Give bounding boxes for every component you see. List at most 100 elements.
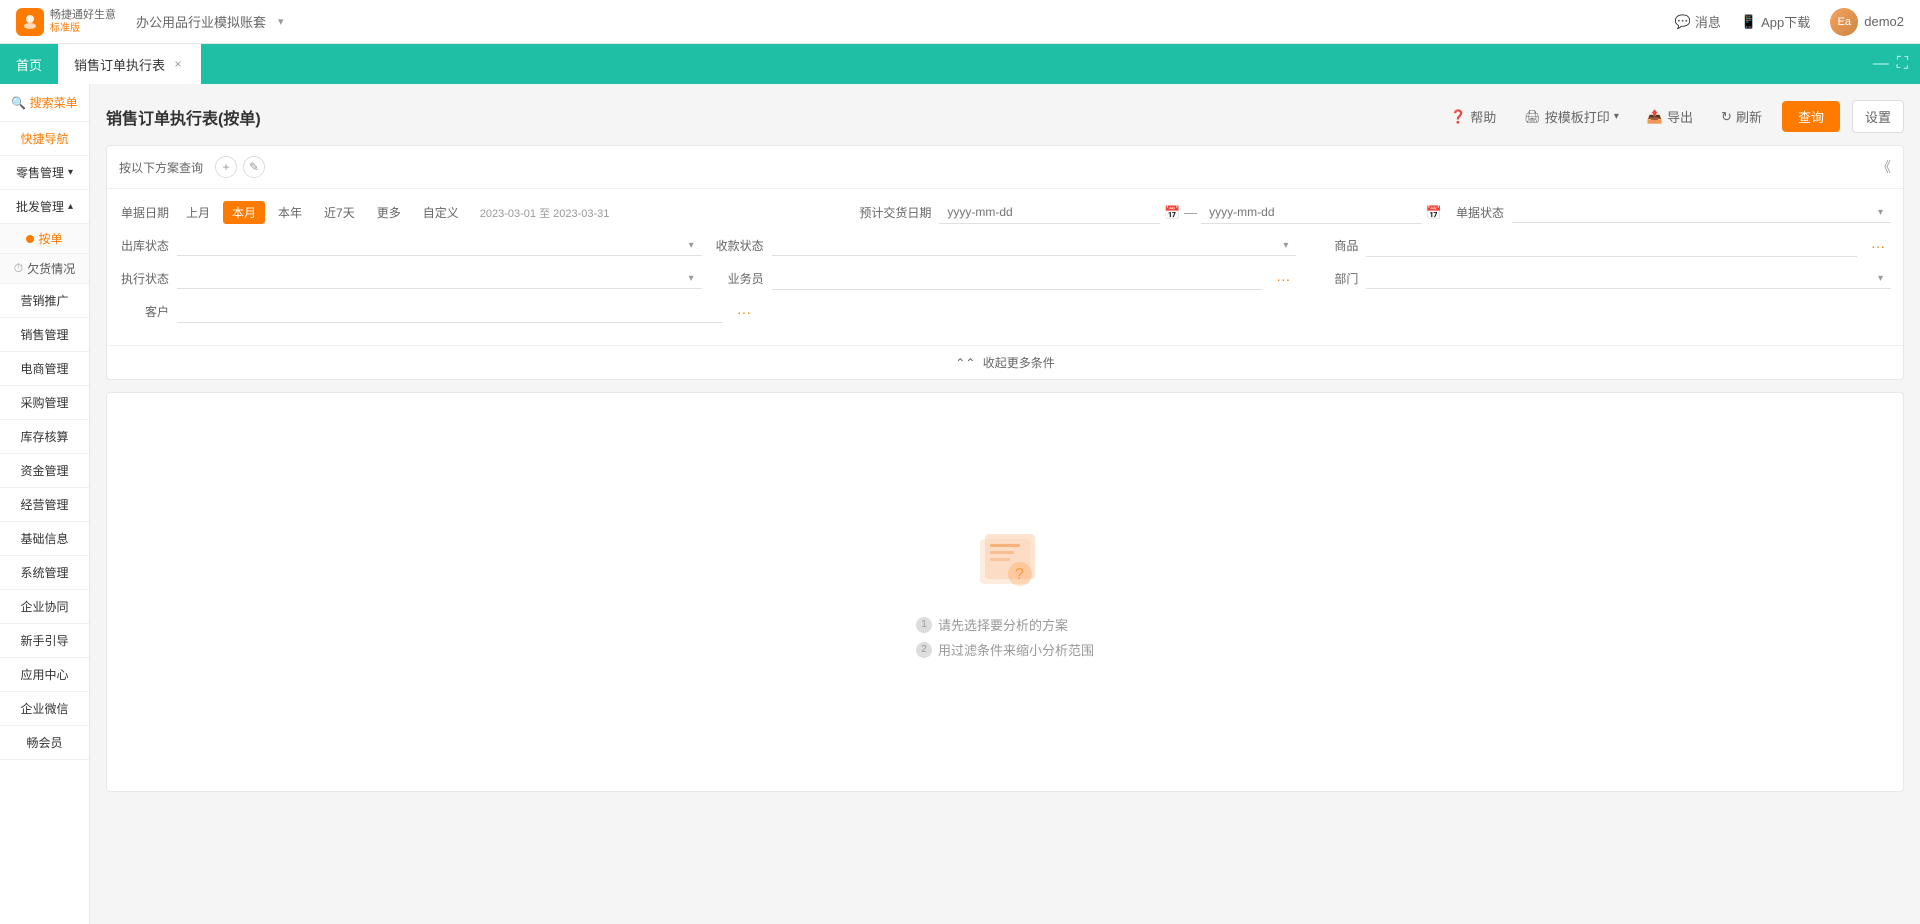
sidebar-item-newuser[interactable]: 新手引导 (0, 624, 89, 658)
sidebar-sub-shortage[interactable]: ⏱ 欠货情况 (0, 254, 89, 284)
sidebar-item-appcenter[interactable]: 应用中心 (0, 658, 89, 692)
filter-row-4: 客户 ··· (119, 300, 1891, 323)
date-tab-this-month[interactable]: 本月 (223, 201, 265, 224)
dept-arrow: ▾ (1878, 273, 1883, 284)
tip-num-1: 1 (916, 617, 932, 633)
tab-home[interactable]: 首页 (0, 44, 58, 84)
collapse-icon: ⌃⌃ (955, 356, 975, 370)
date-tab-more[interactable]: 更多 (368, 201, 410, 224)
tip-item-1: 1 请先选择要分析的方案 (916, 615, 1094, 634)
tab-bar: 首页 销售订单执行表 × — ⛶ (0, 44, 1920, 84)
sidebar-search[interactable]: 🔍 搜索菜单 (0, 84, 89, 122)
tab-fullscreen-icon[interactable]: ⛶ (1897, 55, 1908, 73)
dept-select[interactable]: ▾ (1366, 269, 1891, 289)
filter-field-date: 单据日期 上月 本月 本年 近7天 更多 自定义 2023-03-01 至 20… (119, 201, 847, 224)
exec-select[interactable]: ▾ (177, 269, 702, 289)
filter-field-expected-date: 预计交货日期 📅 — 📅 (859, 201, 1442, 224)
settings-button[interactable]: 设置 (1852, 100, 1904, 133)
tab-close-button[interactable]: × (171, 57, 185, 71)
date-tab-custom[interactable]: 自定义 (414, 201, 468, 224)
sidebar-item-wechat[interactable]: 企业微信 (0, 692, 89, 726)
sidebar-item-member[interactable]: 畅会员 (0, 726, 89, 760)
page-header: 销售订单执行表(按单) ❓ 帮助 🖨 按模板打印 ▾ 📤 导出 ↻ 刷新 (106, 100, 1904, 133)
filter-collapse-btn[interactable]: 《 (1877, 157, 1891, 177)
sidebar-item-wholesale[interactable]: 批发管理 ▴ (0, 190, 89, 224)
sidebar-item-marketing[interactable]: 营销推广 (0, 284, 89, 318)
print-button[interactable]: 🖨 按模板打印 ▾ (1516, 103, 1627, 130)
filter-edit-btn[interactable]: ✎ (243, 156, 265, 178)
expected-date-label: 预计交货日期 (859, 204, 931, 221)
tip-item-2: 2 用过滤条件来缩小分析范围 (916, 640, 1094, 659)
filter-row-1: 单据日期 上月 本月 本年 近7天 更多 自定义 2023-03-01 至 20… (119, 201, 1891, 224)
expected-date-to[interactable] (1201, 201, 1422, 224)
tab-minimize-icon[interactable]: — (1873, 55, 1889, 73)
filter-field-customer: 客户 ··· (119, 300, 757, 323)
app-download-button[interactable]: 📱 App下载 (1741, 12, 1810, 31)
shipment-select[interactable]: ▾ (177, 236, 702, 256)
date-tab-7days[interactable]: 近7天 (315, 201, 364, 224)
doc-status-select[interactable]: ▾ (1512, 203, 1891, 223)
header-dropdown-arrow[interactable]: ▾ (278, 15, 284, 28)
date-tab-last-month[interactable]: 上月 (177, 201, 219, 224)
salesman-input[interactable] (772, 267, 1263, 290)
message-button[interactable]: 💬 消息 (1675, 12, 1721, 31)
active-indicator (26, 235, 34, 243)
filter-field-payment: 收款状态 ▾ (714, 236, 1297, 256)
sidebar-item-enterprise[interactable]: 企业协同 (0, 590, 89, 624)
sidebar-item-inventory[interactable]: 库存核算 (0, 420, 89, 454)
product-more-btn[interactable]: ··· (1865, 236, 1891, 256)
customer-more-btn[interactable]: ··· (731, 302, 757, 322)
sidebar-item-ecommerce[interactable]: 电商管理 (0, 352, 89, 386)
tab-sales-order[interactable]: 销售订单执行表 × (58, 44, 201, 84)
sidebar-item-operation[interactable]: 经营管理 (0, 488, 89, 522)
filter-field-dept: 部门 ▾ (1308, 269, 1891, 289)
app-icon: 📱 (1741, 14, 1757, 30)
date-tab-this-year[interactable]: 本年 (269, 201, 311, 224)
filter-body: 单据日期 上月 本月 本年 近7天 更多 自定义 2023-03-01 至 20… (107, 189, 1903, 345)
sidebar-item-purchase[interactable]: 采购管理 (0, 386, 89, 420)
sidebar-sub-by-order[interactable]: 按单 (0, 224, 89, 254)
empty-tips: 1 请先选择要分析的方案 2 用过滤条件来缩小分析范围 (916, 615, 1094, 665)
avatar: Ea (1830, 8, 1858, 36)
salesman-more-btn[interactable]: ··· (1270, 269, 1296, 289)
sidebar-item-basic[interactable]: 基础信息 (0, 522, 89, 556)
header-subtitle: 办公用品行业模拟账套 (136, 12, 266, 31)
payment-select[interactable]: ▾ (772, 236, 1297, 256)
user-menu[interactable]: Ea demo2 (1830, 8, 1904, 36)
calendar-icon-1[interactable]: 📅 (1164, 205, 1180, 221)
main-layout: 🔍 搜索菜单 快捷导航 零售管理 ▾ 批发管理 ▴ 按单 ⏱ 欠货情况 营销推广… (0, 84, 1920, 924)
logo-area: 畅捷通好生意 标准版 (16, 8, 116, 36)
search-icon: 🔍 (11, 96, 26, 110)
refresh-button[interactable]: ↻ 刷新 (1713, 103, 1770, 130)
customer-input[interactable] (177, 300, 723, 323)
print-dropdown-arrow[interactable]: ▾ (1614, 111, 1619, 122)
product-input[interactable] (1366, 234, 1857, 257)
sidebar-item-system[interactable]: 系统管理 (0, 556, 89, 590)
sidebar-item-retail[interactable]: 零售管理 ▾ (0, 156, 89, 190)
calendar-icon-2[interactable]: 📅 (1426, 205, 1442, 221)
sidebar-nav[interactable]: 快捷导航 (0, 122, 89, 156)
sidebar-item-finance[interactable]: 资金管理 (0, 454, 89, 488)
chevron-up-icon: ▴ (68, 201, 73, 212)
doc-status-label: 单据状态 (1454, 204, 1504, 221)
sidebar: 🔍 搜索菜单 快捷导航 零售管理 ▾ 批发管理 ▴ 按单 ⏱ 欠货情况 营销推广… (0, 84, 90, 924)
collapse-more-btn[interactable]: ⌃⌃ 收起更多条件 (107, 345, 1903, 379)
tip-num-2: 2 (916, 642, 932, 658)
filter-add-btn[interactable]: + (215, 156, 237, 178)
filter-row-2: 出库状态 ▾ 收款状态 ▾ 商品 (119, 234, 1891, 257)
exec-arrow: ▾ (689, 273, 694, 284)
payment-label: 收款状态 (714, 237, 764, 254)
sidebar-item-sales[interactable]: 销售管理 (0, 318, 89, 352)
empty-illustration: ? (965, 519, 1045, 599)
help-button[interactable]: ❓ 帮助 (1442, 103, 1504, 130)
expected-date-from[interactable] (939, 201, 1160, 224)
export-button[interactable]: 📤 导出 (1639, 103, 1701, 130)
payment-arrow: ▾ (1283, 240, 1288, 251)
filter-field-doc-status: 单据状态 ▾ (1454, 203, 1891, 223)
date-range-text: 2023-03-01 至 2023-03-31 (480, 205, 610, 221)
date-label: 单据日期 (119, 204, 169, 221)
svg-text:?: ? (1015, 566, 1024, 583)
chevron-down-icon: ▾ (68, 167, 73, 178)
query-button[interactable]: 查询 (1782, 101, 1840, 132)
filter-actions: + ✎ (215, 156, 265, 178)
